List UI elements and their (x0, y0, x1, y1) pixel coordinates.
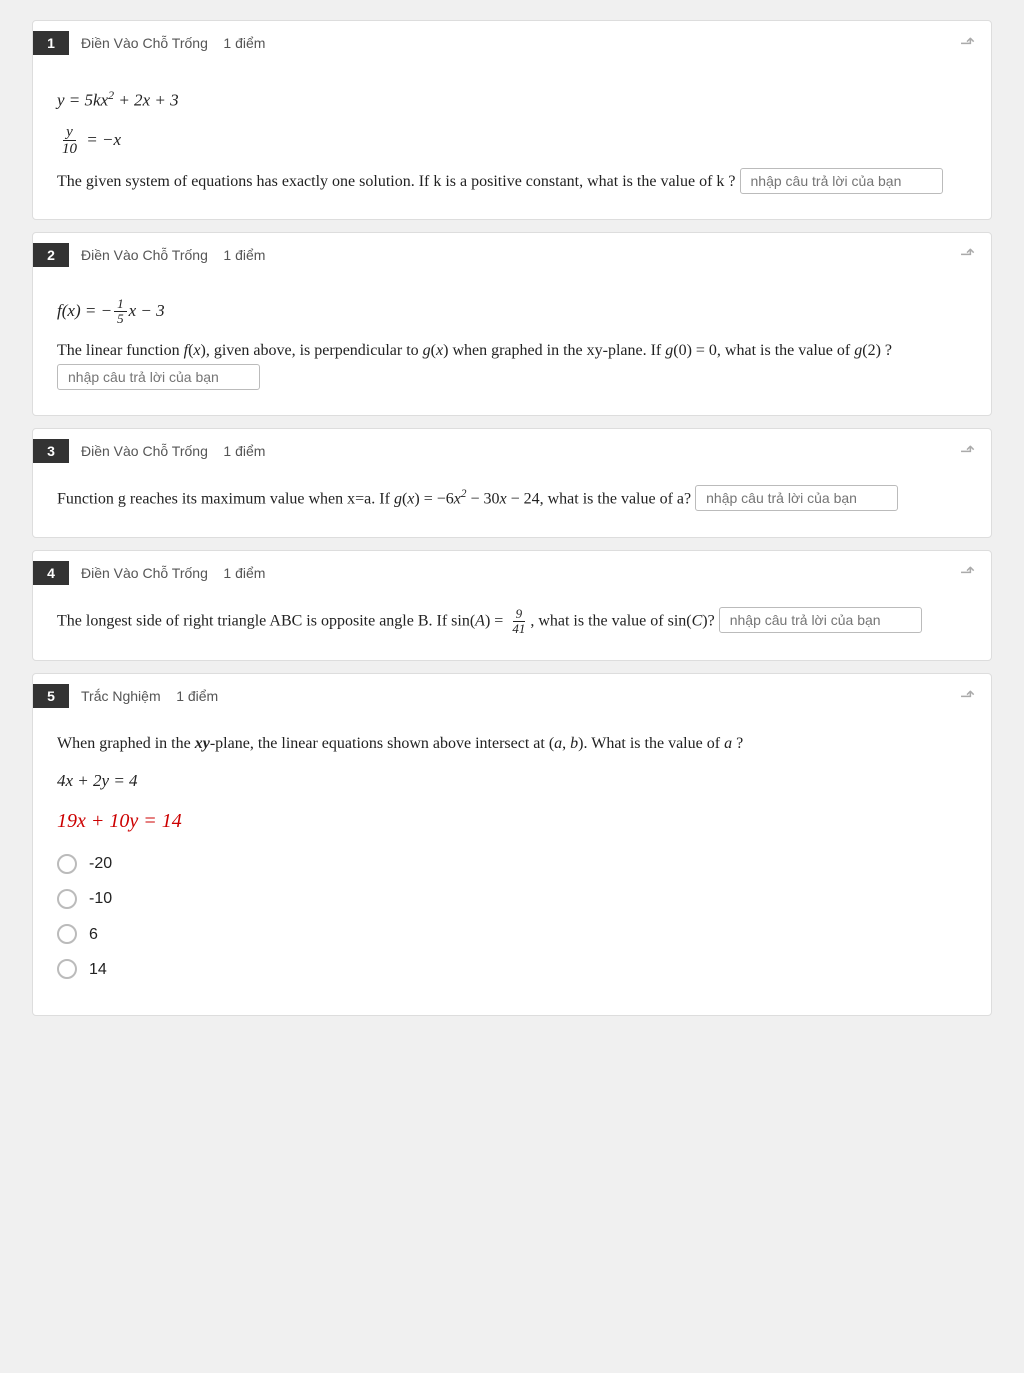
question-1-eq1: y = 5kx2 + 2x + 3 (57, 85, 967, 116)
question-4-body: The longest side of right triangle ABC i… (33, 595, 991, 637)
question-5-formulas: 4x + 2y = 4 19x + 10y = 14 (57, 767, 967, 838)
question-2-body: f(x) = −15x − 3 The linear function f(x)… (33, 277, 991, 391)
radio-1[interactable] (57, 854, 77, 874)
radio-4[interactable] (57, 959, 77, 979)
question-5: 5 Trắc Nghiệm 1 điểm ⬏ When graphed in t… (32, 673, 992, 1016)
pin-icon-2[interactable]: ⬏ (960, 244, 975, 265)
radio-3[interactable] (57, 924, 77, 944)
option-1[interactable]: -20 (57, 850, 967, 877)
question-3-input[interactable] (695, 485, 898, 511)
question-4-header: 4 Điền Vào Chỗ Trống 1 điểm ⬏ (33, 551, 991, 595)
question-1-type: Điền Vào Chỗ Trống 1 điểm (81, 35, 940, 51)
question-5-eq1: 4x + 2y = 4 (57, 767, 967, 796)
question-4-type: Điền Vào Chỗ Trống 1 điểm (81, 565, 940, 581)
question-5-text: When graphed in the xy-plane, the linear… (57, 730, 967, 757)
question-4-text: The longest side of right triangle ABC i… (57, 607, 967, 637)
question-2-input[interactable] (57, 364, 260, 390)
question-2-number: 2 (33, 243, 69, 267)
question-3-body: Function g reaches its maximum value whe… (33, 473, 991, 513)
pin-icon-1[interactable]: ⬏ (960, 33, 975, 54)
question-3-type: Điền Vào Chỗ Trống 1 điểm (81, 443, 940, 459)
question-5-eq2: 19x + 10y = 14 (57, 804, 967, 838)
question-2-type: Điền Vào Chỗ Trống 1 điểm (81, 247, 940, 263)
question-2-header: 2 Điền Vào Chỗ Trống 1 điểm ⬏ (33, 233, 991, 277)
question-3: 3 Điền Vào Chỗ Trống 1 điểm ⬏ Function g… (32, 428, 992, 538)
option-3-label: 6 (89, 921, 98, 948)
question-3-text: Function g reaches its maximum value whe… (57, 485, 967, 513)
question-5-number: 5 (33, 684, 69, 708)
option-3[interactable]: 6 (57, 921, 967, 948)
question-2: 2 Điền Vào Chỗ Trống 1 điểm ⬏ f(x) = −15… (32, 232, 992, 416)
radio-2[interactable] (57, 889, 77, 909)
question-1-body: y = 5kx2 + 2x + 3 y10 = −x The given sys… (33, 65, 991, 195)
option-2[interactable]: -10 (57, 885, 967, 912)
question-2-eq1: f(x) = −15x − 3 (57, 297, 967, 327)
option-4-label: 14 (89, 956, 107, 983)
question-1-text: The given system of equations has exactl… (57, 168, 967, 195)
question-1-eq2: y10 = −x (57, 124, 967, 158)
pin-icon-3[interactable]: ⬏ (960, 441, 975, 462)
question-1: 1 Điền Vào Chỗ Trống 1 điểm ⬏ y = 5kx2 +… (32, 20, 992, 220)
question-5-body: When graphed in the xy-plane, the linear… (33, 718, 991, 983)
question-4-input[interactable] (719, 607, 922, 633)
pin-icon-4[interactable]: ⬏ (960, 562, 975, 583)
question-3-header: 3 Điền Vào Chỗ Trống 1 điểm ⬏ (33, 429, 991, 473)
question-4: 4 Điền Vào Chỗ Trống 1 điểm ⬏ The longes… (32, 550, 992, 662)
option-2-label: -10 (89, 885, 112, 912)
question-1-header: 1 Điền Vào Chỗ Trống 1 điểm ⬏ (33, 21, 991, 65)
option-4[interactable]: 14 (57, 956, 967, 983)
question-5-type: Trắc Nghiệm 1 điểm (81, 688, 940, 704)
question-3-number: 3 (33, 439, 69, 463)
question-4-number: 4 (33, 561, 69, 585)
question-1-formula: y = 5kx2 + 2x + 3 y10 = −x (57, 85, 967, 158)
question-2-formula: f(x) = −15x − 3 (57, 297, 967, 327)
question-5-options: -20 -10 6 14 (57, 850, 967, 983)
question-1-number: 1 (33, 31, 69, 55)
question-2-text: The linear function f(x), given above, i… (57, 337, 967, 391)
question-5-header: 5 Trắc Nghiệm 1 điểm ⬏ (33, 674, 991, 718)
question-1-input[interactable] (740, 168, 943, 194)
pin-icon-5[interactable]: ⬏ (960, 686, 975, 707)
option-1-label: -20 (89, 850, 112, 877)
